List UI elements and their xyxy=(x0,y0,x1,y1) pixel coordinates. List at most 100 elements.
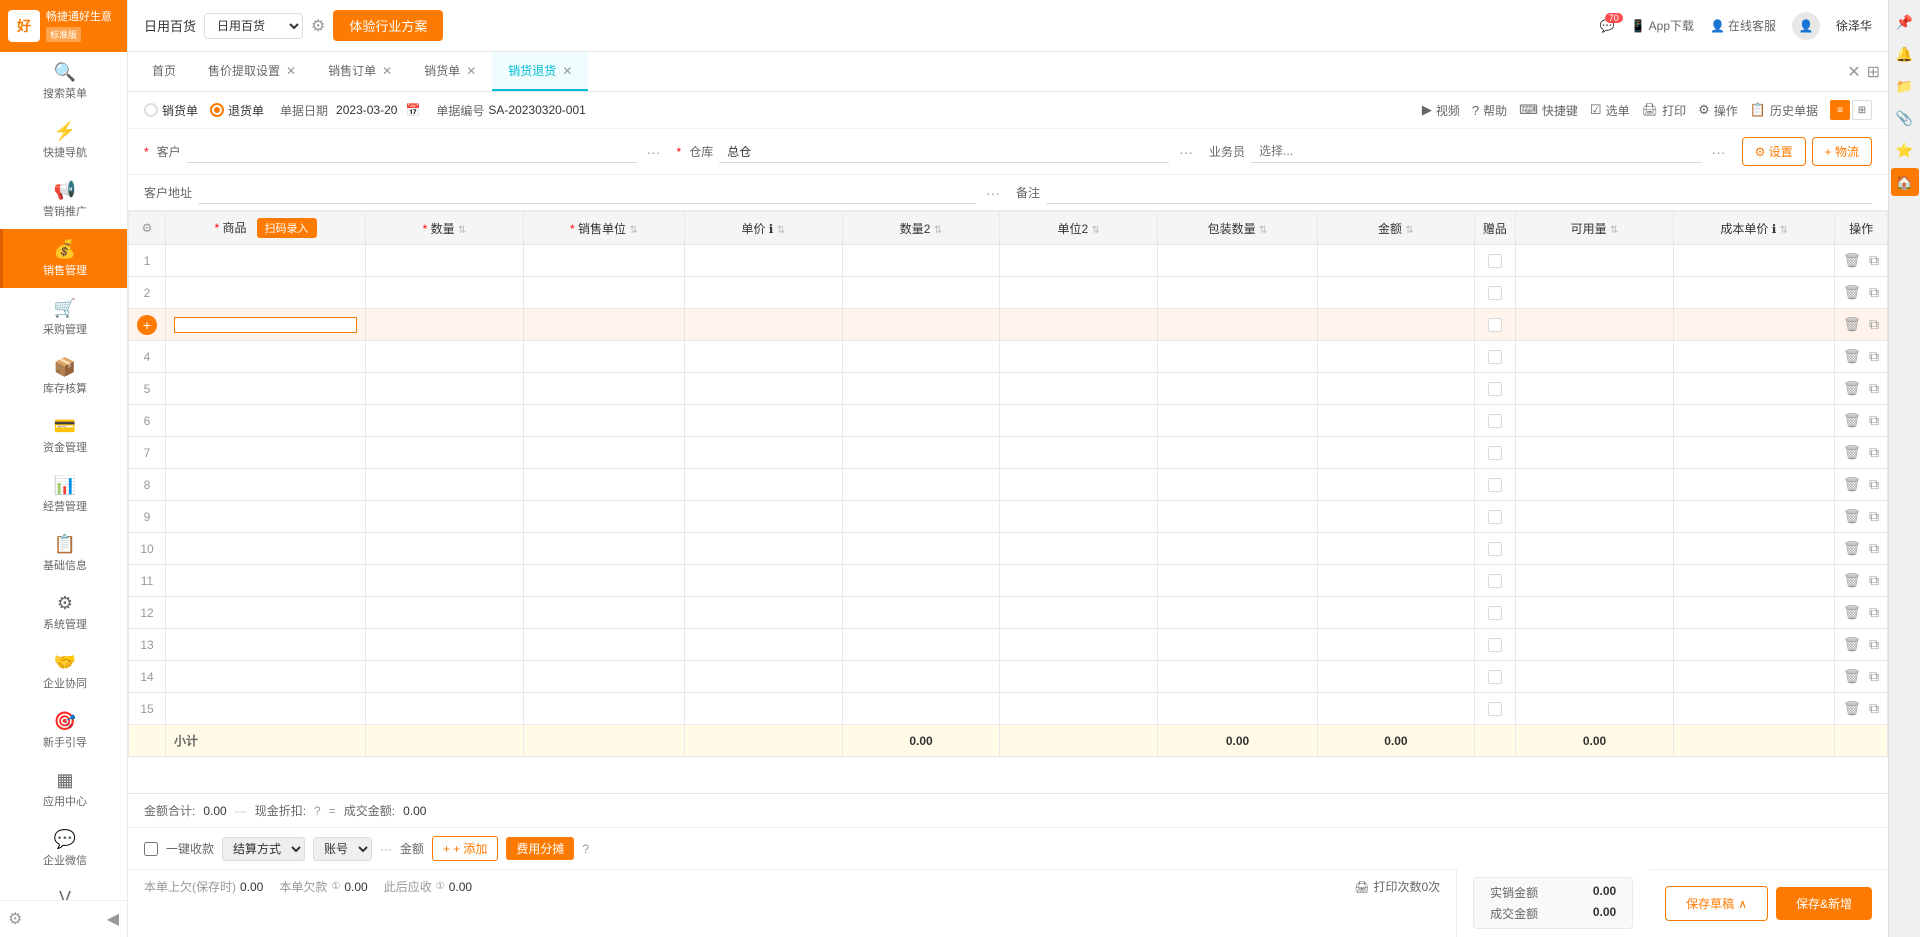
product-input-2[interactable] xyxy=(174,286,357,300)
qty2-cell[interactable] xyxy=(842,437,1000,469)
quantity-cell[interactable] xyxy=(366,309,524,341)
amount-cell[interactable] xyxy=(1317,629,1474,661)
cost-price-input-10[interactable] xyxy=(1682,542,1826,556)
delete-row-btn-7[interactable]: 🗑 xyxy=(1843,444,1861,461)
quantity-cell[interactable] xyxy=(366,693,524,725)
cost-price-cell[interactable] xyxy=(1674,597,1835,629)
action-视频[interactable]: ▶视频 xyxy=(1422,102,1460,119)
gift-cell[interactable] xyxy=(1474,629,1515,661)
copy-row-btn-7[interactable]: ⧉ xyxy=(1869,444,1879,461)
product-input-1[interactable] xyxy=(174,254,357,268)
gift-checkbox-8[interactable] xyxy=(1488,478,1502,492)
qty2-cell[interactable] xyxy=(842,341,1000,373)
unit-price-cell[interactable] xyxy=(684,565,842,597)
product-cell[interactable] xyxy=(166,405,366,437)
gift-cell[interactable] xyxy=(1474,597,1515,629)
amount-cell[interactable] xyxy=(1317,597,1474,629)
copy-row-btn-3[interactable]: ⧉ xyxy=(1869,316,1879,333)
clip-icon[interactable]: 📎 xyxy=(1891,104,1919,132)
pack-qty-input-11[interactable] xyxy=(1166,574,1309,588)
logistics-btn[interactable]: + 物流 xyxy=(1812,137,1872,166)
product-input-12[interactable] xyxy=(174,606,357,620)
payment-picker-icon[interactable]: ··· xyxy=(380,842,392,856)
gift-cell[interactable] xyxy=(1474,469,1515,501)
unit2-cell[interactable] xyxy=(1000,309,1158,341)
sales-unit-input-1[interactable] xyxy=(532,254,676,268)
star-icon[interactable]: ⭐ xyxy=(1891,136,1919,164)
unit-price-input-8[interactable] xyxy=(693,478,834,492)
product-cell[interactable] xyxy=(166,693,366,725)
delete-row-btn-5[interactable]: 🗑 xyxy=(1843,380,1861,397)
unit-price-cell[interactable] xyxy=(684,309,842,341)
cost-price-input-6[interactable] xyxy=(1682,414,1826,428)
amount-input-3[interactable] xyxy=(1326,318,1466,332)
tab-close-icon[interactable]: ✕ xyxy=(286,64,296,78)
amount-cell[interactable] xyxy=(1317,341,1474,373)
product-input-13[interactable] xyxy=(174,638,357,652)
pack-qty-input-10[interactable] xyxy=(1166,542,1309,556)
payment-add-btn[interactable]: + + 添加 xyxy=(432,836,498,861)
radio-sales[interactable]: 销货单 xyxy=(144,102,198,119)
tab-售价提取设置[interactable]: 售价提取设置✕ xyxy=(192,52,312,91)
sales-unit-cell[interactable] xyxy=(523,533,684,565)
gift-checkbox-9[interactable] xyxy=(1488,510,1502,524)
quantity-cell[interactable] xyxy=(366,501,524,533)
pack-qty-input-12[interactable] xyxy=(1166,606,1309,620)
app-download-link[interactable]: 📱 App下载 xyxy=(1631,17,1694,34)
unit2-input-12[interactable] xyxy=(1008,606,1149,620)
product-input-5[interactable] xyxy=(174,382,357,396)
sales-unit-cell[interactable] xyxy=(523,309,684,341)
gift-checkbox-13[interactable] xyxy=(1488,638,1502,652)
address-picker-icon[interactable]: ··· xyxy=(986,185,1000,201)
pack-qty-cell[interactable] xyxy=(1158,437,1318,469)
user-avatar[interactable]: 👤 xyxy=(1792,12,1820,40)
gift-checkbox-14[interactable] xyxy=(1488,670,1502,684)
unit-price-cell[interactable] xyxy=(684,693,842,725)
print-btn[interactable]: 🖨 打印次数0次 xyxy=(1354,878,1440,895)
available-input-7[interactable] xyxy=(1524,446,1665,460)
sales-unit-input-5[interactable] xyxy=(532,382,676,396)
qty2-cell[interactable] xyxy=(842,405,1000,437)
quantity-cell[interactable] xyxy=(366,533,524,565)
qty2-input-6[interactable] xyxy=(851,414,992,428)
amount-input-7[interactable] xyxy=(1326,446,1466,460)
cost-price-input-5[interactable] xyxy=(1682,382,1826,396)
sales-unit-input-4[interactable] xyxy=(532,350,676,364)
available-input-1[interactable] xyxy=(1524,254,1665,268)
unit-price-input-4[interactable] xyxy=(693,350,834,364)
product-cell[interactable] xyxy=(166,533,366,565)
sidebar-item-企业协同[interactable]: 🤝企业协同 xyxy=(0,642,127,701)
available-cell[interactable] xyxy=(1515,245,1673,277)
cost-price-cell[interactable] xyxy=(1674,309,1835,341)
gift-checkbox-7[interactable] xyxy=(1488,446,1502,460)
unit-price-cell[interactable] xyxy=(684,629,842,661)
available-cell[interactable] xyxy=(1515,597,1673,629)
gift-checkbox-2[interactable] xyxy=(1488,286,1502,300)
product-cell[interactable] xyxy=(166,277,366,309)
unit-price-cell[interactable] xyxy=(684,661,842,693)
warehouse-picker-icon[interactable]: ··· xyxy=(1179,144,1193,160)
copy-row-btn-9[interactable]: ⧉ xyxy=(1869,508,1879,525)
amount-input-14[interactable] xyxy=(1326,670,1466,684)
delete-row-btn-4[interactable]: 🗑 xyxy=(1843,348,1861,365)
unit-price-cell[interactable] xyxy=(684,533,842,565)
amount-cell[interactable] xyxy=(1317,469,1474,501)
product-cell[interactable] xyxy=(166,501,366,533)
copy-row-btn-8[interactable]: ⧉ xyxy=(1869,476,1879,493)
sidebar-item-系统管理[interactable]: ⚙系统管理 xyxy=(0,583,127,642)
action-打印[interactable]: 🖨打印 xyxy=(1642,102,1687,119)
discount-help-icon[interactable]: ? xyxy=(314,804,321,818)
cost-price-input-13[interactable] xyxy=(1682,638,1826,652)
gift-cell[interactable] xyxy=(1474,533,1515,565)
copy-row-btn-13[interactable]: ⧉ xyxy=(1869,636,1879,653)
available-cell[interactable] xyxy=(1515,533,1673,565)
gift-cell[interactable] xyxy=(1474,373,1515,405)
copy-row-btn-4[interactable]: ⧉ xyxy=(1869,348,1879,365)
quantity-input-8[interactable] xyxy=(374,478,515,492)
available-input-3[interactable] xyxy=(1524,318,1665,332)
quantity-cell[interactable] xyxy=(366,341,524,373)
sidebar-item-快捷导航[interactable]: ⚡快捷导航 xyxy=(0,111,127,170)
cost-price-input-11[interactable] xyxy=(1682,574,1826,588)
gift-cell[interactable] xyxy=(1474,277,1515,309)
available-input-13[interactable] xyxy=(1524,638,1665,652)
